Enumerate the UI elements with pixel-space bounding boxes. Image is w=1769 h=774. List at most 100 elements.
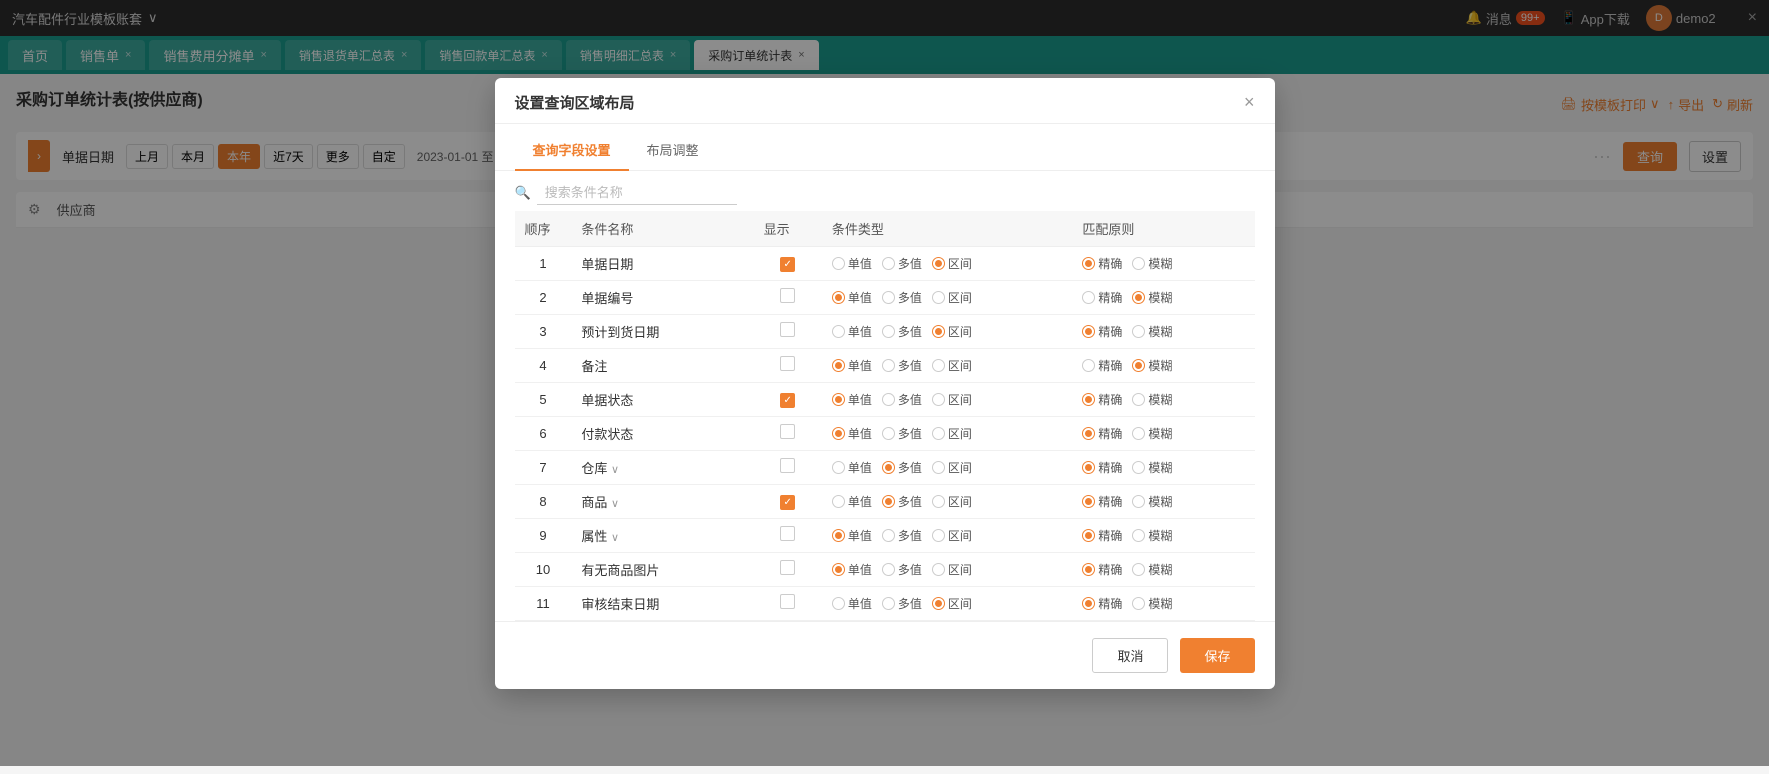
match-radio-item[interactable]: 模糊 [1132,289,1172,306]
type-radio-item[interactable]: 单值 [832,527,872,544]
type-radio-item[interactable]: 多值 [882,527,922,544]
type-radio[interactable] [832,563,845,576]
type-radio[interactable] [932,461,945,474]
type-radio-item[interactable]: 区间 [932,391,972,408]
search-input[interactable] [537,181,737,205]
type-radio[interactable] [882,427,895,440]
type-radio-item[interactable]: 区间 [932,561,972,578]
cell-display[interactable] [754,280,822,314]
type-radio[interactable] [932,495,945,508]
match-radio[interactable] [1132,393,1145,406]
match-radio-item[interactable]: 模糊 [1132,323,1172,340]
type-radio[interactable] [832,495,845,508]
save-btn[interactable]: 保存 [1180,638,1254,673]
type-radio-item[interactable]: 多值 [882,459,922,476]
type-radio-item[interactable]: 区间 [932,323,972,340]
type-radio[interactable] [882,563,895,576]
type-radio[interactable] [832,257,845,270]
match-radio[interactable] [1132,359,1145,372]
type-radio[interactable] [882,461,895,474]
match-radio[interactable] [1082,461,1095,474]
match-radio-item[interactable]: 精确 [1082,459,1122,476]
type-radio[interactable] [882,495,895,508]
match-radio[interactable] [1132,563,1145,576]
match-radio-item[interactable]: 模糊 [1132,255,1172,272]
match-radio[interactable] [1082,393,1095,406]
display-checkbox[interactable] [780,495,795,510]
type-radio-item[interactable]: 多值 [882,255,922,272]
match-radio-item[interactable]: 模糊 [1132,391,1172,408]
type-radio-item[interactable]: 区间 [932,527,972,544]
type-radio-item[interactable]: 多值 [882,425,922,442]
type-radio-item[interactable]: 单值 [832,595,872,612]
match-radio[interactable] [1082,563,1095,576]
match-radio-item[interactable]: 模糊 [1132,527,1172,544]
match-radio[interactable] [1132,495,1145,508]
type-radio[interactable] [932,257,945,270]
match-radio[interactable] [1132,291,1145,304]
type-radio-item[interactable]: 区间 [932,425,972,442]
cell-display[interactable] [754,314,822,348]
type-radio-item[interactable]: 区间 [932,493,972,510]
cell-display[interactable] [754,382,822,416]
type-radio[interactable] [932,529,945,542]
type-radio-item[interactable]: 单值 [832,493,872,510]
type-radio-item[interactable]: 多值 [882,323,922,340]
type-radio[interactable] [932,359,945,372]
type-radio-item[interactable]: 单值 [832,323,872,340]
cell-display[interactable] [754,552,822,586]
match-radio[interactable] [1082,597,1095,610]
match-radio-item[interactable]: 精确 [1082,357,1122,374]
type-radio[interactable] [882,393,895,406]
match-radio[interactable] [1082,529,1095,542]
match-radio-item[interactable]: 精确 [1082,323,1122,340]
type-radio-item[interactable]: 单值 [832,357,872,374]
match-radio[interactable] [1132,257,1145,270]
type-radio-item[interactable]: 区间 [932,357,972,374]
type-radio-item[interactable]: 多值 [882,391,922,408]
match-radio-item[interactable]: 精确 [1082,493,1122,510]
display-checkbox[interactable] [780,393,795,408]
type-radio[interactable] [832,325,845,338]
match-radio-item[interactable]: 精确 [1082,255,1122,272]
match-radio[interactable] [1082,291,1095,304]
cell-display[interactable] [754,450,822,484]
type-radio-item[interactable]: 单值 [832,425,872,442]
cell-display[interactable] [754,586,822,620]
type-radio[interactable] [832,529,845,542]
type-radio[interactable] [932,563,945,576]
match-radio[interactable] [1082,359,1095,372]
type-radio[interactable] [882,359,895,372]
dialog-close-btn[interactable]: × [1244,92,1255,113]
match-radio-item[interactable]: 模糊 [1132,493,1172,510]
match-radio[interactable] [1082,257,1095,270]
display-checkbox[interactable] [780,458,795,473]
match-radio-item[interactable]: 模糊 [1132,561,1172,578]
match-radio[interactable] [1132,597,1145,610]
match-radio-item[interactable]: 精确 [1082,595,1122,612]
type-radio[interactable] [832,597,845,610]
dialog-tab-fields[interactable]: 查询字段设置 [515,134,629,171]
match-radio-item[interactable]: 精确 [1082,425,1122,442]
match-radio[interactable] [1132,427,1145,440]
match-radio-item[interactable]: 模糊 [1132,595,1172,612]
cancel-btn[interactable]: 取消 [1092,638,1168,673]
cell-display[interactable] [754,416,822,450]
match-radio[interactable] [1132,461,1145,474]
type-radio[interactable] [832,393,845,406]
cell-display[interactable] [754,348,822,382]
dialog-tab-layout[interactable]: 布局调整 [629,134,717,171]
match-radio-item[interactable]: 精确 [1082,289,1122,306]
type-radio[interactable] [882,529,895,542]
display-checkbox[interactable] [780,560,795,575]
match-radio-item[interactable]: 模糊 [1132,357,1172,374]
type-radio-item[interactable]: 多值 [882,561,922,578]
display-checkbox[interactable] [780,288,795,303]
type-radio[interactable] [832,291,845,304]
match-radio-item[interactable]: 精确 [1082,561,1122,578]
match-radio-item[interactable]: 精确 [1082,527,1122,544]
type-radio-item[interactable]: 区间 [932,459,972,476]
type-radio[interactable] [932,427,945,440]
type-radio-item[interactable]: 单值 [832,391,872,408]
display-checkbox[interactable] [780,356,795,371]
